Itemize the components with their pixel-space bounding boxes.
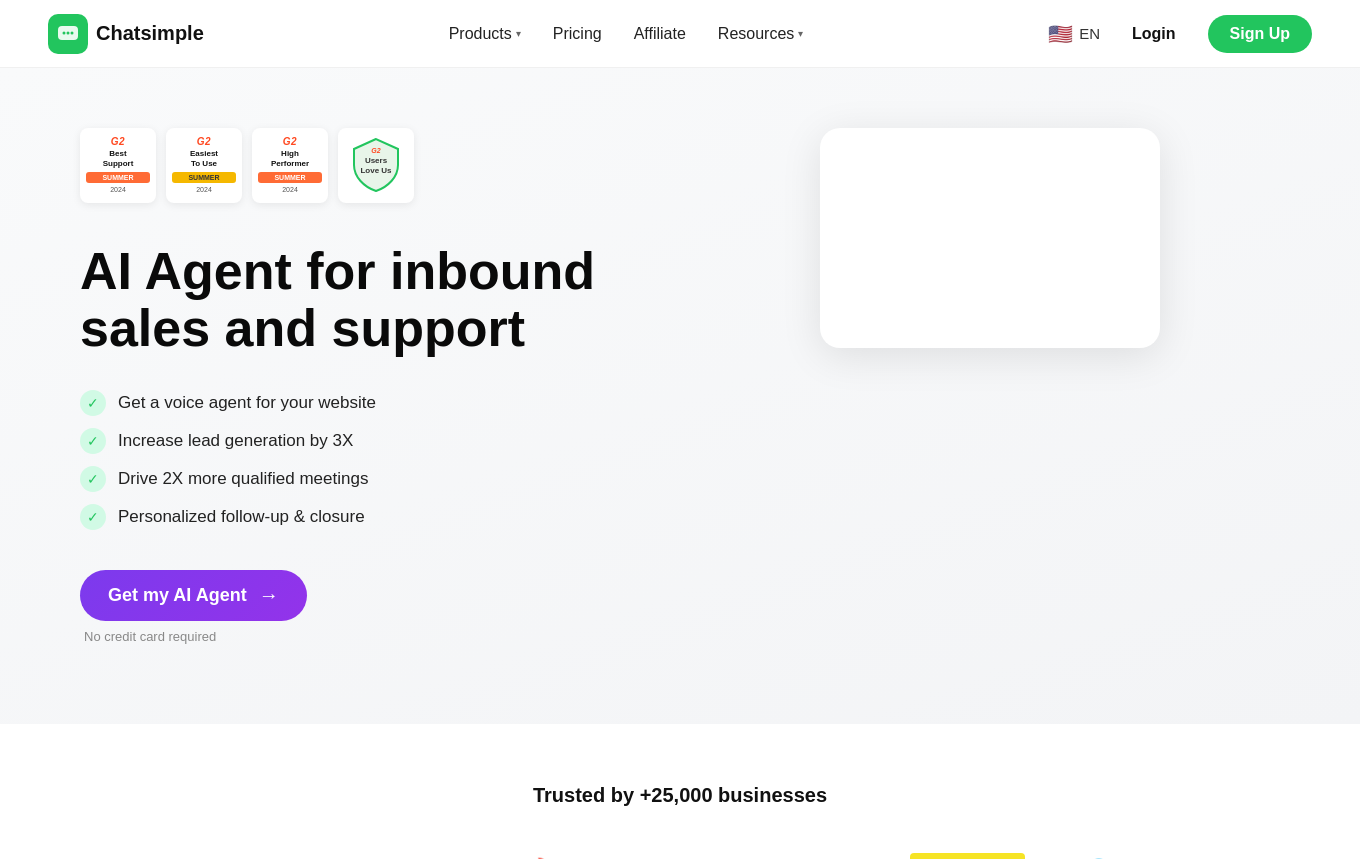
checkmark-icon: ✓ — [80, 466, 106, 492]
trusted-section: Trusted by +25,000 businesses Kooneo VSP… — [0, 724, 1360, 859]
navbar: Chatsimple Products ▾ Pricing Affiliate … — [0, 0, 1360, 68]
arrow-icon: → — [259, 584, 279, 607]
logo-icon — [48, 14, 88, 54]
hero-section: G2 BestSupport SUMMER 2024 G2 EasiestTo … — [0, 68, 1360, 724]
language-selector[interactable]: 🇺🇸 EN — [1048, 22, 1100, 46]
flag-icon: 🇺🇸 — [1048, 22, 1073, 46]
chat-widget-preview — [820, 128, 1160, 348]
logo-holland-elite: 🛡️ Holland Elite — [701, 847, 850, 859]
svg-text:G2: G2 — [371, 147, 380, 154]
get-ai-agent-button[interactable]: Get my AI Agent → — [80, 570, 307, 621]
affiliate-nav-item[interactable]: Affiliate — [634, 25, 686, 43]
resources-nav-item[interactable]: Resources ▾ — [718, 25, 803, 43]
feature-item: ✓ Drive 2X more qualified meetings — [80, 466, 640, 492]
feature-item: ✓ Personalized follow-up & closure — [80, 504, 640, 530]
badge-users-love-us: Users Love Us G2 — [338, 128, 414, 203]
hero-right — [700, 128, 1280, 348]
logo-link[interactable]: Chatsimple — [48, 14, 204, 54]
hero-headline: AI Agent for inbound sales and support — [80, 243, 640, 357]
svg-text:Users: Users — [365, 156, 388, 165]
logo-coa: 🌐 Coa — [1085, 847, 1149, 859]
trusted-logos: Kooneo VSPOT 🔥 canndelta 🛡️ Holland Elit… — [48, 847, 1312, 859]
svg-point-1 — [63, 31, 66, 34]
resources-chevron-icon: ▾ — [798, 28, 803, 39]
cta-wrap: Get my AI Agent → No credit card require… — [80, 570, 640, 644]
trusted-heading: Trusted by +25,000 businesses — [48, 784, 1312, 807]
badge-best-support: G2 BestSupport SUMMER 2024 — [80, 128, 156, 203]
svg-point-2 — [67, 31, 70, 34]
signup-button[interactable]: Sign Up — [1208, 15, 1312, 53]
logo-vspot: VSPOT — [368, 847, 466, 859]
cta-note: No credit card required — [80, 629, 640, 644]
products-nav-item[interactable]: Products ▾ — [449, 25, 521, 43]
feature-item: ✓ Get a voice agent for your website — [80, 390, 640, 416]
svg-text:Love Us: Love Us — [360, 166, 392, 175]
svg-point-3 — [71, 31, 74, 34]
products-chevron-icon: ▾ — [516, 28, 521, 39]
nav-right: 🇺🇸 EN Login Sign Up — [1048, 15, 1312, 53]
login-button[interactable]: Login — [1116, 17, 1192, 51]
logo-canndelta: 🔥 canndelta — [526, 847, 641, 859]
brand-name: Chatsimple — [96, 22, 204, 45]
checkmark-icon: ✓ — [80, 504, 106, 530]
hero-left: G2 BestSupport SUMMER 2024 G2 EasiestTo … — [80, 128, 640, 644]
g2-badges: G2 BestSupport SUMMER 2024 G2 EasiestTo … — [80, 128, 640, 203]
logo-kooneo: Kooneo — [211, 847, 308, 859]
badge-high-performer: G2 HighPerformer SUMMER 2024 — [252, 128, 328, 203]
feature-list: ✓ Get a voice agent for your website ✓ I… — [80, 390, 640, 530]
feature-item: ✓ Increase lead generation by 3X — [80, 428, 640, 454]
nav-links: Products ▾ Pricing Affiliate Resources ▾ — [449, 25, 804, 43]
logo-bigbuy: BIG BUY — [910, 847, 1025, 859]
checkmark-icon: ✓ — [80, 390, 106, 416]
pricing-nav-item[interactable]: Pricing — [553, 25, 602, 43]
checkmark-icon: ✓ — [80, 428, 106, 454]
badge-easiest-to-use: G2 EasiestTo Use SUMMER 2024 — [166, 128, 242, 203]
